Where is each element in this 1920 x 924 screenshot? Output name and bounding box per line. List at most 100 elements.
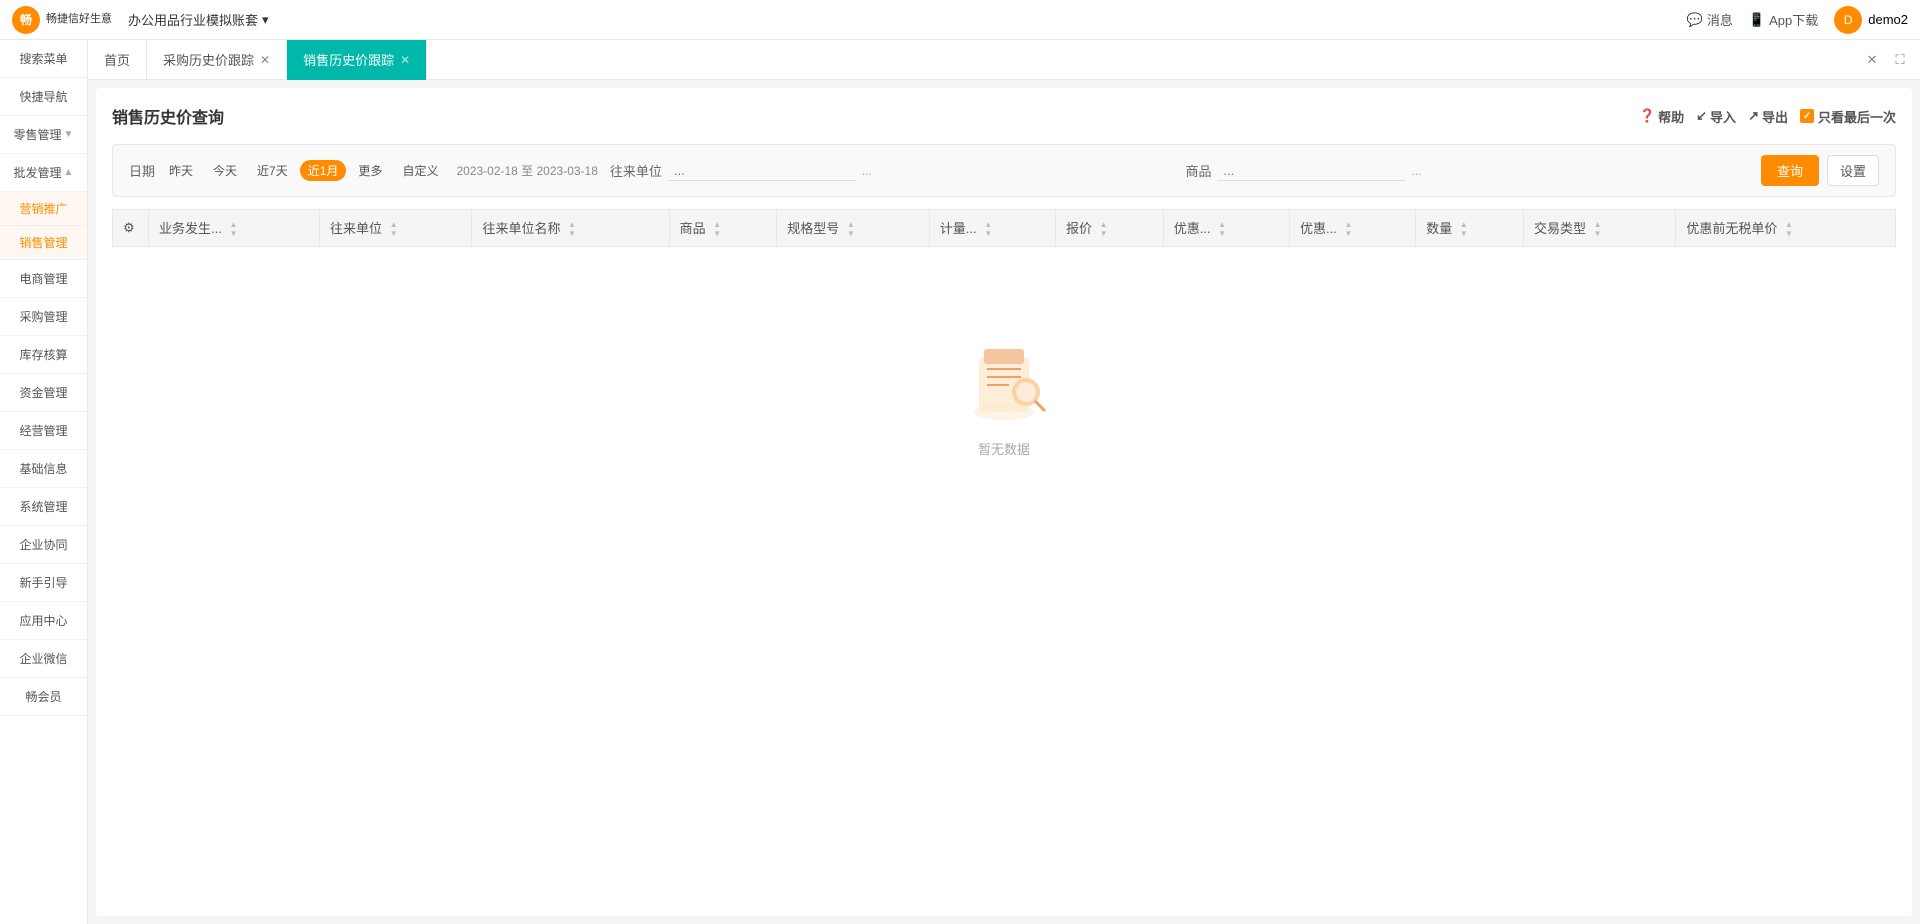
logo-text: 畅捷信好生意	[46, 12, 112, 26]
sidebar-item-sales-mgmt[interactable]: 销售管理	[0, 226, 87, 260]
col-biz-date[interactable]: 业务发生... ▲▼	[149, 210, 320, 247]
header-left: 畅 畅捷信好生意 办公用品行业模拟账套 ▾	[12, 6, 277, 34]
sidebar-item-finance-mgmt[interactable]: 资金管理	[0, 374, 87, 412]
date-btn-last1month[interactable]: 近1月	[300, 160, 347, 181]
message-btn[interactable]: 💬 消息	[1687, 10, 1733, 29]
setting-button[interactable]: 设置	[1827, 155, 1879, 186]
sidebar-item-ops-mgmt[interactable]: 经营管理	[0, 412, 87, 450]
sidebar: 搜索菜单 快捷导航 零售管理 ▼ 批发管理 ▲ 营销推广 销售管理 电商管理 采…	[0, 40, 88, 924]
app-selector[interactable]: 办公用品行业模拟账套 ▾	[120, 6, 277, 33]
sort-arrows: ▲▼	[1218, 221, 1226, 238]
tab-expand-btn[interactable]: ⛶	[1888, 48, 1912, 72]
tab-close-purchase[interactable]: ✕	[260, 53, 270, 67]
query-button[interactable]: 查询	[1761, 155, 1819, 186]
col-spec[interactable]: 规格型号 ▲▼	[777, 210, 929, 247]
help-btn[interactable]: ❓ 帮助	[1639, 107, 1684, 126]
sort-arrows: ▲▼	[847, 221, 855, 238]
date-filter-label: 日期	[129, 161, 155, 180]
import-btn[interactable]: ↙ 导入	[1696, 107, 1736, 126]
sidebar-item-app-center[interactable]: 应用中心	[0, 602, 87, 640]
export-btn[interactable]: ↗ 导出	[1748, 107, 1788, 126]
only-last-checkbox-label[interactable]: ✓ 只看最后一次	[1800, 107, 1896, 126]
sidebar-item-newbie-guide[interactable]: 新手引导	[0, 564, 87, 602]
sort-arrows: ▲▼	[984, 221, 992, 238]
date-btn-last7days[interactable]: 近7天	[249, 160, 296, 181]
col-product[interactable]: 商品 ▲▼	[669, 210, 777, 247]
main-layout: 搜索菜单 快捷导航 零售管理 ▼ 批发管理 ▲ 营销推广 销售管理 电商管理 采…	[0, 40, 1920, 924]
logo-area: 畅 畅捷信好生意	[12, 6, 112, 34]
chevron-down-icon: ▼	[64, 129, 74, 140]
sort-arrows: ▲▼	[713, 221, 721, 238]
tab-close-sales[interactable]: ✕	[400, 53, 410, 67]
product-filter-group: 商品 ...	[1185, 161, 1749, 181]
date-btn-custom[interactable]: 自定义	[394, 160, 446, 181]
date-btn-yesterday[interactable]: 昨天	[161, 160, 201, 181]
sort-arrows: ▲▼	[390, 221, 398, 238]
download-icon: 📱	[1749, 12, 1765, 28]
app-download-btn[interactable]: 📱 App下载	[1749, 10, 1818, 29]
date-btn-more[interactable]: 更多	[350, 160, 390, 181]
avatar: D	[1834, 6, 1862, 34]
sort-arrows: ▲▼	[1100, 221, 1108, 238]
table-header-row: ⚙ 业务发生... ▲▼ 往来单位 ▲▼ 往来单位名称 ▲▼	[113, 210, 1896, 247]
empty-icon	[954, 327, 1054, 427]
sidebar-item-marketing[interactable]: 营销推广	[0, 192, 87, 226]
tab-close-btn[interactable]: ✕	[1860, 48, 1884, 72]
sidebar-item-corp-wechat[interactable]: 企业微信	[0, 640, 87, 678]
sort-arrows: ▲▼	[229, 221, 237, 238]
sidebar-item-wholesale-mgmt[interactable]: 批发管理 ▲	[0, 154, 87, 192]
sidebar-item-basic-info[interactable]: 基础信息	[0, 450, 87, 488]
checkbox-checked-icon: ✓	[1800, 109, 1814, 123]
sidebar-item-quick-nav[interactable]: 快捷导航	[0, 78, 87, 116]
top-header: 畅 畅捷信好生意 办公用品行业模拟账套 ▾ 💬 消息 📱 App下载 D dem…	[0, 0, 1920, 40]
col-trade-type[interactable]: 交易类型 ▲▼	[1523, 210, 1675, 247]
empty-text: 暂无数据	[978, 439, 1030, 458]
tab-bar-actions: ✕ ⛶	[1860, 48, 1920, 72]
product-filter-label: 商品	[1185, 161, 1211, 180]
tab-sales-history[interactable]: 销售历史价跟踪 ✕	[287, 40, 427, 80]
col-discount1[interactable]: 优惠... ▲▼	[1163, 210, 1289, 247]
col-quantity[interactable]: 数量 ▲▼	[1416, 210, 1524, 247]
product-dots: ...	[1411, 164, 1421, 178]
col-partner-name[interactable]: 往来单位名称 ▲▼	[472, 210, 669, 247]
col-unit[interactable]: 计量... ▲▼	[929, 210, 1055, 247]
export-icon: ↗	[1748, 108, 1759, 124]
filter-actions: 查询 设置	[1761, 155, 1879, 186]
header-right: 💬 消息 📱 App下载 D demo2	[1687, 6, 1908, 34]
partner-input[interactable]	[668, 161, 856, 181]
product-input[interactable]	[1217, 161, 1405, 181]
sidebar-item-retail-mgmt[interactable]: 零售管理 ▼	[0, 116, 87, 154]
tab-home[interactable]: 首页	[88, 40, 147, 80]
tab-purchase-history[interactable]: 采购历史价跟踪 ✕	[147, 40, 287, 80]
partner-filter-group: 往来单位 ...	[610, 161, 1174, 181]
sidebar-item-search-menu[interactable]: 搜索菜单	[0, 40, 87, 78]
col-discount2[interactable]: 优惠... ▲▼	[1289, 210, 1415, 247]
sidebar-item-ecommerce-mgmt[interactable]: 电商管理	[0, 260, 87, 298]
message-icon: 💬	[1687, 12, 1703, 28]
sidebar-item-purchase-mgmt[interactable]: 采购管理	[0, 298, 87, 336]
page-title-row: 销售历史价查询 ❓ 帮助 ↙ 导入 ↗ 导出 ✓	[112, 104, 1896, 128]
sort-arrows: ▲▼	[1344, 221, 1352, 238]
date-filter-group: 日期 昨天 今天 近7天 近1月 更多 自定义 2023-02-18 至 202…	[129, 160, 598, 181]
settings-icon: ⚙	[123, 220, 135, 235]
col-settings[interactable]: ⚙	[113, 210, 149, 247]
col-pre-tax-price[interactable]: 优惠前无税单价 ▲▼	[1676, 210, 1896, 247]
date-btn-today[interactable]: 今天	[205, 160, 245, 181]
user-profile[interactable]: D demo2	[1834, 6, 1908, 34]
sort-arrows: ▲▼	[568, 221, 576, 238]
date-range-text: 2023-02-18 至 2023-03-18	[456, 162, 597, 179]
sort-arrows: ▲▼	[1785, 221, 1793, 238]
empty-state: 暂无数据	[113, 247, 1896, 538]
col-partner-code[interactable]: 往来单位 ▲▼	[320, 210, 472, 247]
page-title: 销售历史价查询	[112, 104, 224, 128]
import-icon: ↙	[1696, 108, 1707, 124]
page-content: 销售历史价查询 ❓ 帮助 ↙ 导入 ↗ 导出 ✓	[96, 88, 1912, 916]
sidebar-item-member[interactable]: 畅会员	[0, 678, 87, 716]
sidebar-item-inventory[interactable]: 库存核算	[0, 336, 87, 374]
tab-bar: 首页 采购历史价跟踪 ✕ 销售历史价跟踪 ✕ ✕ ⛶	[88, 40, 1920, 80]
sidebar-item-corp-collab[interactable]: 企业协同	[0, 526, 87, 564]
sort-arrows: ▲▼	[1460, 221, 1468, 238]
sidebar-item-system-mgmt[interactable]: 系统管理	[0, 488, 87, 526]
date-options: 昨天 今天 近7天 近1月 更多 自定义	[161, 160, 446, 181]
col-quoted-price[interactable]: 报价 ▲▼	[1056, 210, 1164, 247]
